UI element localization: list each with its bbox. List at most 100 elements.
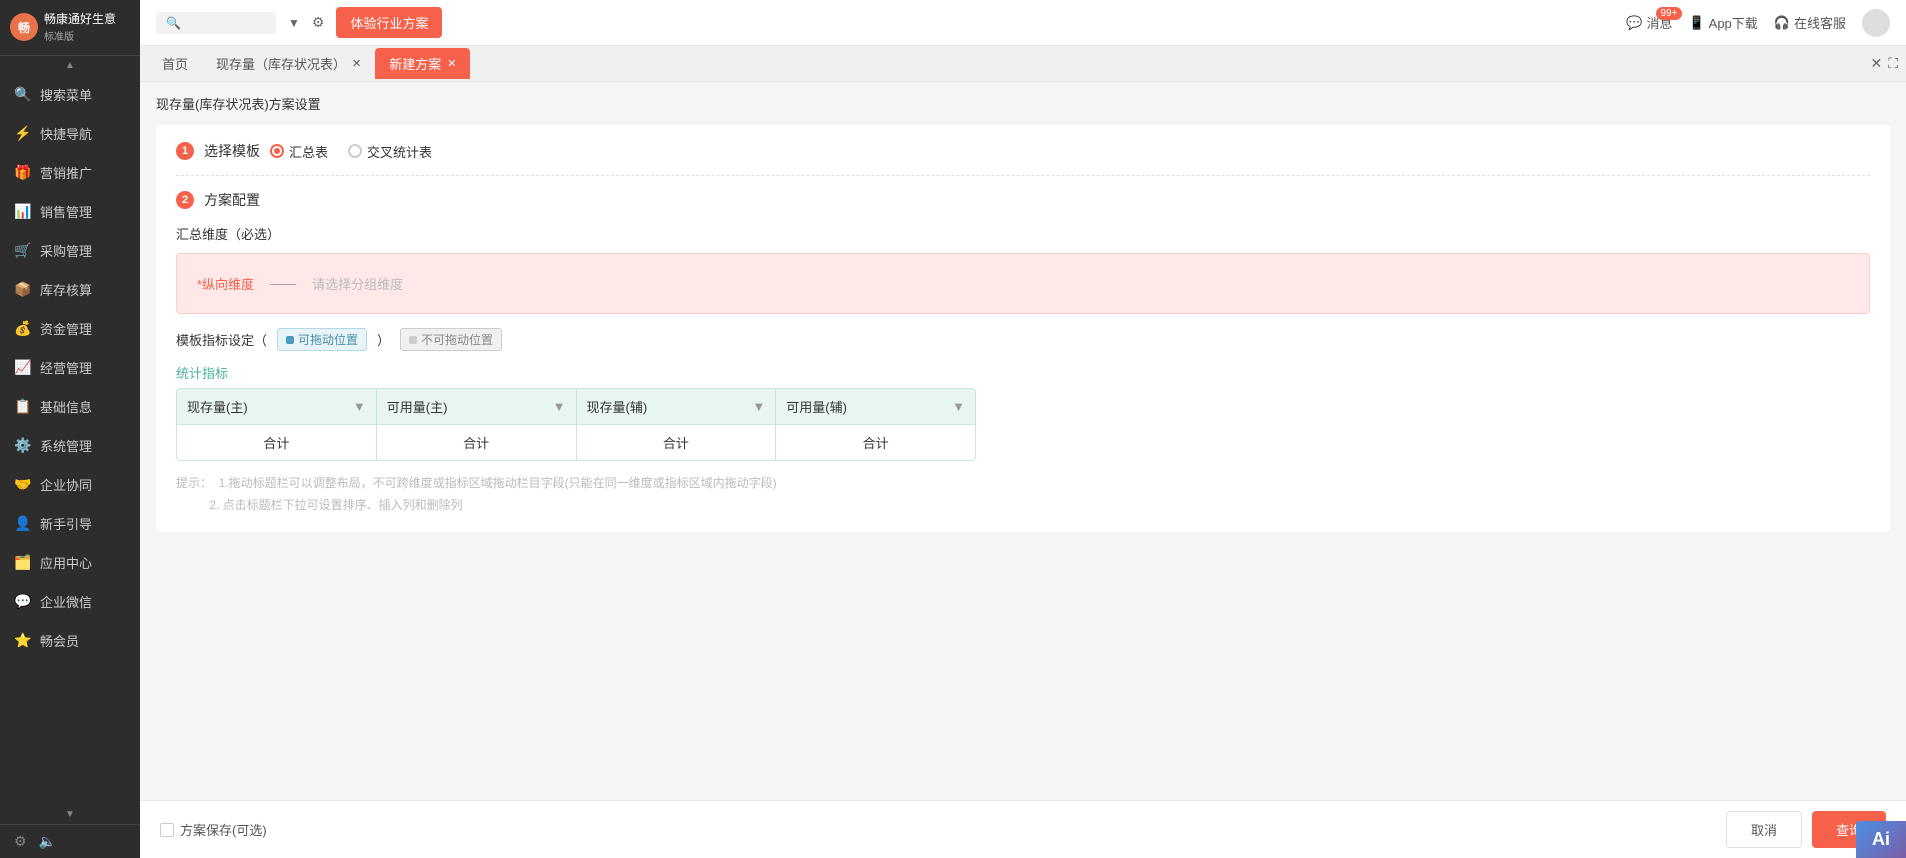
- step1-header: 1 选择模板 汇总表 交叉统计表: [176, 141, 1870, 161]
- col-label-3: 可用量(辅): [786, 397, 847, 416]
- non-draggable-tag: 不可拖动位置: [400, 328, 502, 351]
- app-name: 畅康通好生意: [44, 12, 116, 28]
- vd-label: *纵向维度: [197, 274, 254, 293]
- sidebar-item-quicknav[interactable]: ⚡ 快捷导航: [0, 114, 140, 153]
- service-label: 在线客服: [1794, 13, 1846, 32]
- radio-crosstab-label: 交叉统计表: [367, 142, 432, 161]
- marketing-icon: 🎁: [14, 163, 32, 181]
- stat-section-title: 统计指标: [176, 363, 1870, 382]
- online-service-btn[interactable]: 🎧 在线客服: [1774, 13, 1846, 32]
- save-option[interactable]: 方案保存(可选): [160, 820, 267, 839]
- vd-placeholder: 请选择分组维度: [312, 274, 403, 293]
- sidebar: 畅 畅康通好生意 标准版 ▲ 🔍 搜索菜单 ⚡ 快捷导航 🎁 营销推广 📊 销售…: [0, 0, 140, 858]
- scroll-up-btn[interactable]: ▲: [0, 56, 140, 75]
- sidebar-item-member[interactable]: ⭐ 畅会员: [0, 621, 140, 660]
- save-checkbox[interactable]: [160, 823, 174, 837]
- col-header-0[interactable]: 现存量(主) ▼: [177, 389, 377, 424]
- service-icon: 🎧: [1774, 15, 1790, 31]
- col-dropdown-2[interactable]: ▼: [752, 399, 765, 414]
- sidebar-item-label: 库存核算: [40, 280, 92, 299]
- radio-summary-label: 汇总表: [289, 142, 328, 161]
- app-download-btn[interactable]: 📱 App下载: [1688, 13, 1757, 32]
- radio-crosstab[interactable]: 交叉统计表: [348, 142, 432, 161]
- sidebar-item-basic[interactable]: 📋 基础信息: [0, 387, 140, 426]
- step2-title: 方案配置: [204, 190, 260, 210]
- tab-inventory-close[interactable]: ✕: [352, 57, 361, 70]
- main-area: 🔍 ▼ ⚙ 体验行业方案 💬 消息 99+ 📱 App下载 🎧 在线客服: [140, 0, 1906, 858]
- sidebar-item-newuser[interactable]: 👤 新手引导: [0, 504, 140, 543]
- volume-icon[interactable]: 🔈: [39, 833, 56, 850]
- sidebar-item-label: 搜索菜单: [40, 85, 92, 104]
- industry-btn[interactable]: 体验行业方案: [336, 7, 442, 38]
- template-settings-label: 模板指标设定（: [176, 330, 267, 349]
- sidebar-item-label: 新手引导: [40, 514, 92, 533]
- step2-badge: 2: [176, 191, 194, 209]
- cell-1: 合计: [377, 424, 577, 460]
- message-badge: 99+: [1656, 7, 1683, 20]
- step1-title: 选择模板: [204, 141, 260, 161]
- dropdown-arrow[interactable]: ▼: [288, 16, 300, 30]
- sidebar-item-label: 经营管理: [40, 358, 92, 377]
- stat-table: 现存量(主) ▼ 可用量(主) ▼ 现存量(辅) ▼ 可用量(辅) ▼: [176, 388, 976, 461]
- draggable-dot: [286, 336, 294, 344]
- non-draggable-label: 不可拖动位置: [421, 331, 493, 348]
- ai-badge[interactable]: Ai: [1856, 821, 1906, 858]
- sidebar-item-search[interactable]: 🔍 搜索菜单: [0, 75, 140, 114]
- sidebar-bottom: ⚙ 🔈: [0, 824, 140, 858]
- col-dropdown-1[interactable]: ▼: [553, 399, 566, 414]
- col-label-2: 现存量(辅): [587, 397, 648, 416]
- top-header: 🔍 ▼ ⚙ 体验行业方案 💬 消息 99+ 📱 App下载 🎧 在线客服: [140, 0, 1906, 46]
- sidebar-item-wechat[interactable]: 💬 企业微信: [0, 582, 140, 621]
- tab-inventory[interactable]: 现存量（库存状况表） ✕: [202, 48, 375, 79]
- tab-new-scheme-close[interactable]: ✕: [447, 57, 456, 70]
- tab-inventory-label: 现存量（库存状况表）: [216, 54, 346, 73]
- draggable-label: 可拖动位置: [298, 331, 358, 348]
- col-header-2[interactable]: 现存量(辅) ▼: [577, 389, 777, 424]
- radio-summary[interactable]: 汇总表: [270, 142, 328, 161]
- stat-table-header: 现存量(主) ▼ 可用量(主) ▼ 现存量(辅) ▼ 可用量(辅) ▼: [177, 389, 975, 424]
- col-header-3[interactable]: 可用量(辅) ▼: [776, 389, 975, 424]
- sidebar-item-label: 应用中心: [40, 553, 92, 572]
- sidebar-item-appcenter[interactable]: 🗂️ 应用中心: [0, 543, 140, 582]
- management-icon: 📈: [14, 358, 32, 376]
- draggable-tag: 可拖动位置: [277, 328, 367, 351]
- cell-0: 合计: [177, 424, 377, 460]
- tab-new-scheme[interactable]: 新建方案 ✕: [375, 48, 470, 79]
- sidebar-item-marketing[interactable]: 🎁 营销推广: [0, 153, 140, 192]
- sidebar-item-cooperation[interactable]: 🤝 企业协同: [0, 465, 140, 504]
- close-panel-icon[interactable]: ✕: [1870, 55, 1882, 72]
- header-search[interactable]: 🔍: [156, 12, 276, 34]
- col-header-1[interactable]: 可用量(主) ▼: [377, 389, 577, 424]
- non-draggable-dot: [409, 336, 417, 344]
- expand-icon[interactable]: ⛶: [1888, 55, 1898, 72]
- sidebar-item-sales[interactable]: 📊 销售管理: [0, 192, 140, 231]
- message-icon: 💬: [1626, 15, 1642, 31]
- search-icon: 🔍: [166, 16, 181, 30]
- cell-3: 合计: [776, 424, 975, 460]
- bottom-bar: 方案保存(可选) 取消 查询: [140, 800, 1906, 858]
- logo-icon: 畅: [10, 13, 38, 41]
- step2-header: 2 方案配置: [176, 190, 1870, 210]
- sidebar-item-inventory[interactable]: 📦 库存核算: [0, 270, 140, 309]
- settings-icon[interactable]: ⚙: [14, 833, 27, 850]
- wechat-icon: 💬: [14, 592, 32, 610]
- cooperation-icon: 🤝: [14, 475, 32, 493]
- tab-home-label: 首页: [162, 54, 188, 73]
- header-settings-icon[interactable]: ⚙: [312, 14, 325, 31]
- user-avatar[interactable]: [1862, 9, 1890, 37]
- message-btn[interactable]: 💬 消息 99+: [1626, 13, 1672, 32]
- col-dropdown-0[interactable]: ▼: [353, 399, 366, 414]
- divider1: [176, 175, 1870, 176]
- sidebar-item-system[interactable]: ⚙️ 系统管理: [0, 426, 140, 465]
- vertical-dim-area[interactable]: *纵向维度 —— 请选择分组维度: [176, 253, 1870, 314]
- sidebar-item-purchase[interactable]: 🛒 采购管理: [0, 231, 140, 270]
- app-version: 标准版: [44, 28, 116, 43]
- radio-crosstab-dot: [348, 144, 362, 158]
- sidebar-item-management[interactable]: 📈 经营管理: [0, 348, 140, 387]
- col-dropdown-3[interactable]: ▼: [952, 399, 965, 414]
- sales-icon: 📊: [14, 202, 32, 220]
- scroll-down-btn[interactable]: ▼: [0, 805, 140, 824]
- sidebar-item-finance[interactable]: 💰 资金管理: [0, 309, 140, 348]
- tab-home[interactable]: 首页: [148, 48, 202, 79]
- cancel-button[interactable]: 取消: [1726, 811, 1802, 848]
